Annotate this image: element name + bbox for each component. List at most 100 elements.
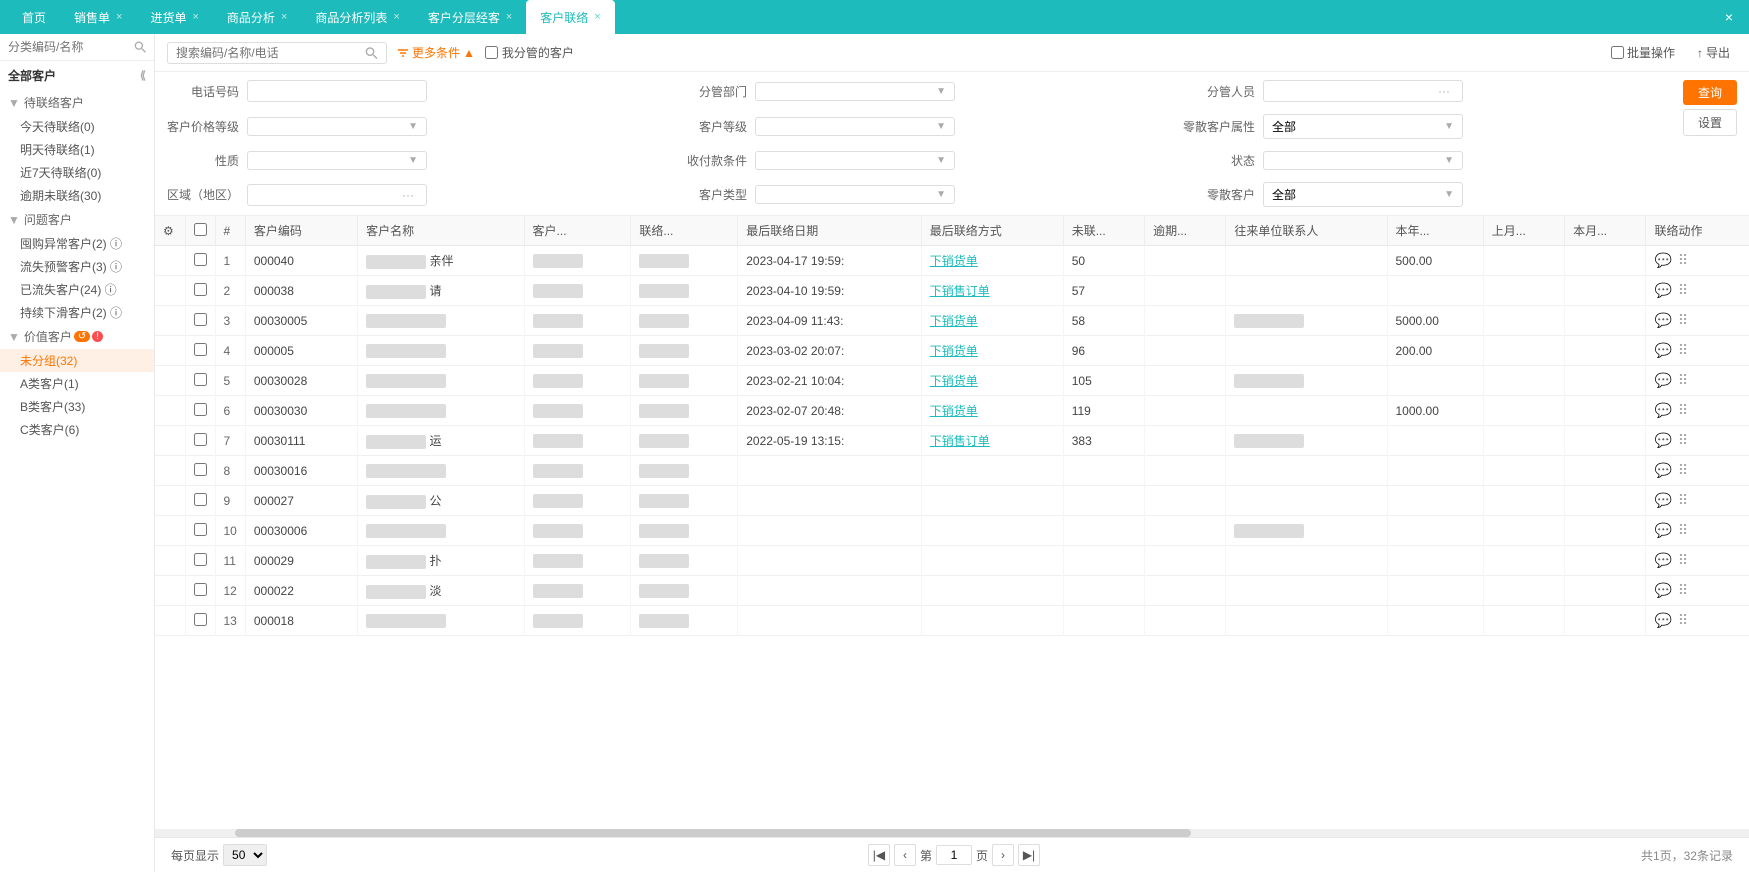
row-checkbox[interactable] xyxy=(194,283,207,296)
tab-product-analysis[interactable]: 商品分析 × xyxy=(213,0,301,34)
price-level-select[interactable]: ▼ xyxy=(247,117,427,136)
cell-last-method[interactable] xyxy=(921,456,1063,486)
col-overdue[interactable]: 逾期... xyxy=(1145,216,1226,246)
contact-icon[interactable]: 💬 xyxy=(1654,282,1671,299)
cell-last-method[interactable]: 下销货单 xyxy=(921,396,1063,426)
more-action-icon[interactable]: ⠿ xyxy=(1678,492,1688,509)
sidebar-item-b-class[interactable]: B类客户(33) xyxy=(0,395,154,418)
close-icon[interactable]: × xyxy=(594,11,600,23)
col-last-method[interactable]: 最后联络方式 xyxy=(921,216,1063,246)
all-customers-header[interactable]: 全部客户 ⟪ xyxy=(0,61,154,90)
sidebar-item-tomorrow[interactable]: 明天待联络(1) xyxy=(0,138,154,161)
row-checkbox[interactable] xyxy=(194,433,207,446)
sidebar-search-input[interactable] xyxy=(8,40,130,54)
contact-icon[interactable]: 💬 xyxy=(1654,552,1671,569)
more-action-icon[interactable]: ⠿ xyxy=(1678,582,1688,599)
row-checkbox[interactable] xyxy=(194,553,207,566)
reset-button[interactable]: 设置 xyxy=(1683,109,1737,136)
more-conditions-button[interactable]: 更多条件 ▲ xyxy=(397,44,475,61)
cell-last-method[interactable]: 下销货单 xyxy=(921,336,1063,366)
cell-checkbox[interactable] xyxy=(185,516,215,546)
more-action-icon[interactable]: ⠿ xyxy=(1678,432,1688,449)
close-icon[interactable]: × xyxy=(506,11,512,23)
tab-customer-contact[interactable]: 客户联络 × xyxy=(526,0,614,34)
sidebar-item-ungroup[interactable]: 未分组(32) xyxy=(0,349,154,372)
sidebar-item-7days[interactable]: 近7天待联络(0) xyxy=(0,161,154,184)
col-this-month[interactable]: 本月... xyxy=(1565,216,1646,246)
page-size-dropdown[interactable]: 50 xyxy=(223,844,267,866)
cell-checkbox[interactable] xyxy=(185,276,215,306)
row-checkbox[interactable] xyxy=(194,343,207,356)
contact-icon[interactable]: 💬 xyxy=(1654,312,1671,329)
close-icon[interactable]: × xyxy=(192,11,198,23)
cust-type-select[interactable]: ▼ xyxy=(755,185,955,204)
col-last-month[interactable]: 上月... xyxy=(1483,216,1564,246)
sidebar-item-hoard-anomaly[interactable]: 囤购异常客户(2) ⓘ xyxy=(0,232,154,255)
more-action-icon[interactable]: ⠿ xyxy=(1678,372,1688,389)
last-method-link[interactable]: 下销售订单 xyxy=(930,284,990,298)
group-value-customers[interactable]: ▼ 价值客户 ↺ ! xyxy=(0,324,154,349)
sidebar-item-lost[interactable]: 已流失客户(24) ⓘ xyxy=(0,278,154,301)
last-method-link[interactable]: 下销货单 xyxy=(930,254,978,268)
dept-select[interactable]: ▼ xyxy=(755,82,955,101)
my-customers-checkbox[interactable]: 我分管的客户 xyxy=(485,44,574,61)
contact-icon[interactable]: 💬 xyxy=(1654,582,1671,599)
row-checkbox[interactable] xyxy=(194,523,207,536)
contact-icon[interactable]: 💬 xyxy=(1654,252,1671,269)
prev-page-button[interactable]: ‹ xyxy=(894,844,916,866)
sidebar-item-churn-warning[interactable]: 流失预警客户(3) ⓘ xyxy=(0,255,154,278)
more-action-icon[interactable]: ⠿ xyxy=(1678,612,1688,629)
first-page-button[interactable]: |◀ xyxy=(868,844,890,866)
cell-checkbox[interactable] xyxy=(185,576,215,606)
nature-select[interactable]: ▼ xyxy=(247,151,427,170)
row-checkbox[interactable] xyxy=(194,373,207,386)
cell-last-method[interactable]: 下销售订单 xyxy=(921,276,1063,306)
pay-terms-select[interactable]: ▼ xyxy=(755,151,955,170)
sidebar-item-overdue[interactable]: 逾期未联络(30) xyxy=(0,184,154,207)
contact-icon[interactable]: 💬 xyxy=(1654,432,1671,449)
cell-last-method[interactable]: 下销货单 xyxy=(921,306,1063,336)
cell-checkbox[interactable] xyxy=(185,366,215,396)
close-icon[interactable]: × xyxy=(393,11,399,23)
more-action-icon[interactable]: ⠿ xyxy=(1678,312,1688,329)
contact-icon[interactable]: 💬 xyxy=(1654,492,1671,509)
row-checkbox[interactable] xyxy=(194,493,207,506)
more-action-icon[interactable]: ⠿ xyxy=(1678,282,1688,299)
cell-last-method[interactable] xyxy=(921,546,1063,576)
col-code[interactable]: 客户编码 xyxy=(245,216,357,246)
last-method-link[interactable]: 下销货单 xyxy=(930,404,978,418)
cust-level-select[interactable]: ▼ xyxy=(755,117,955,136)
region-select[interactable]: ··· xyxy=(247,184,427,206)
cell-checkbox[interactable] xyxy=(185,606,215,636)
more-action-icon[interactable]: ⠿ xyxy=(1678,462,1688,479)
more-icon[interactable]: ··· xyxy=(398,188,418,202)
cell-checkbox[interactable] xyxy=(185,306,215,336)
batch-op-button[interactable]: 批量操作 xyxy=(1604,40,1682,65)
last-page-button[interactable]: ▶| xyxy=(1018,844,1040,866)
row-checkbox[interactable] xyxy=(194,463,207,476)
close-icon[interactable]: × xyxy=(281,11,287,23)
col-name[interactable]: 客户名称 xyxy=(358,216,524,246)
more-action-icon[interactable]: ⠿ xyxy=(1678,402,1688,419)
cell-checkbox[interactable] xyxy=(185,486,215,516)
cell-checkbox[interactable] xyxy=(185,336,215,366)
contact-icon[interactable]: 💬 xyxy=(1654,402,1671,419)
col-last-date[interactable]: 最后联络日期 xyxy=(738,216,922,246)
cell-last-method[interactable]: 下销货单 xyxy=(921,246,1063,276)
cell-checkbox[interactable] xyxy=(185,246,215,276)
page-input[interactable] xyxy=(936,845,972,865)
row-checkbox[interactable] xyxy=(194,313,207,326)
cell-checkbox[interactable] xyxy=(185,456,215,486)
col-settings[interactable]: ⚙ xyxy=(155,216,185,246)
last-method-link[interactable]: 下销货单 xyxy=(930,344,978,358)
contact-icon[interactable]: 💬 xyxy=(1654,612,1671,629)
last-method-link[interactable]: 下销货单 xyxy=(930,314,978,328)
contact-icon[interactable]: 💬 xyxy=(1654,372,1671,389)
col-no-contact[interactable]: 未联... xyxy=(1063,216,1144,246)
sidebar-item-today[interactable]: 今天待联络(0) xyxy=(0,115,154,138)
more-action-icon[interactable]: ⠿ xyxy=(1678,252,1688,269)
group-pending-contact[interactable]: ▼ 待联络客户 xyxy=(0,90,154,115)
more-action-icon[interactable]: ⠿ xyxy=(1678,552,1688,569)
cell-last-method[interactable] xyxy=(921,516,1063,546)
tab-sales[interactable]: 销售单 × xyxy=(60,0,136,34)
